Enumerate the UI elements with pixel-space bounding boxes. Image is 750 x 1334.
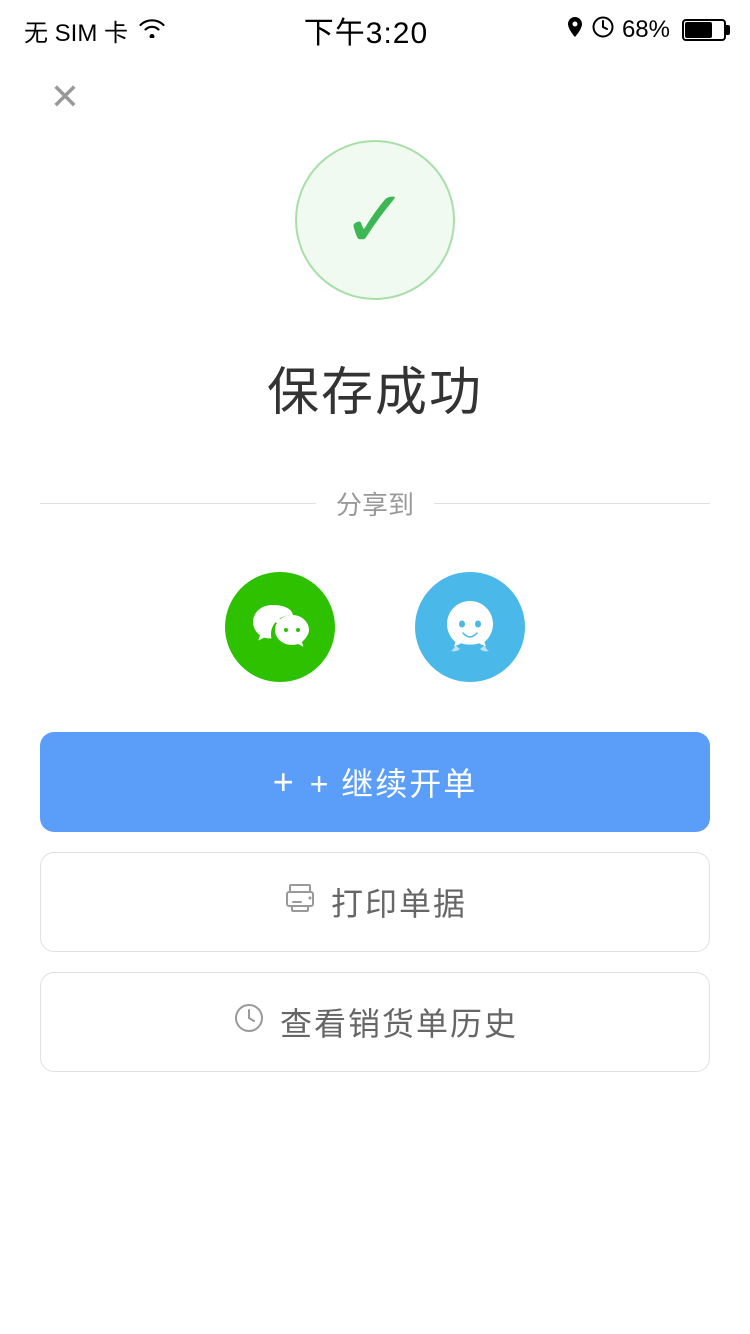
clock-icon (592, 16, 614, 45)
wechat-share-button[interactable] (225, 572, 335, 682)
battery-icon (682, 19, 726, 41)
qq-icon (438, 595, 502, 659)
history-button[interactable]: 查看销货单历史 (40, 972, 710, 1072)
wifi-icon (138, 16, 166, 45)
plus-icon: + (273, 761, 296, 803)
location-icon (566, 16, 584, 45)
no-sim-label: 无 SIM 卡 (24, 13, 128, 48)
battery-percent: 68% (622, 16, 670, 44)
share-label: 分享到 (336, 485, 414, 522)
success-circle: ✓ (295, 140, 455, 300)
wechat-icon (248, 595, 312, 659)
continue-button[interactable]: + + 继续开单 (40, 732, 710, 832)
qq-share-button[interactable] (415, 572, 525, 682)
main-content: ✓ 保存成功 分享到 (0, 60, 750, 1072)
action-buttons: + + 继续开单 打印单据 (0, 732, 750, 1072)
share-section: 分享到 (0, 485, 750, 682)
success-title: 保存成功 (267, 350, 483, 425)
status-bar: 无 SIM 卡 下午3:20 68% (0, 0, 750, 60)
share-icons (40, 572, 710, 682)
history-icon (232, 1001, 266, 1044)
status-right: 68% (566, 16, 726, 45)
status-left: 无 SIM 卡 (24, 13, 166, 48)
checkmark-icon: ✓ (341, 180, 408, 260)
print-button[interactable]: 打印单据 (40, 852, 710, 952)
print-icon (283, 881, 317, 924)
history-label: 查看销货单历史 (280, 999, 518, 1045)
close-icon: ✕ (50, 79, 80, 115)
continue-label: + 继续开单 (310, 759, 478, 805)
print-label: 打印单据 (331, 879, 467, 925)
status-time: 下午3:20 (304, 8, 428, 52)
share-divider: 分享到 (40, 485, 710, 522)
close-button[interactable]: ✕ (40, 72, 90, 122)
